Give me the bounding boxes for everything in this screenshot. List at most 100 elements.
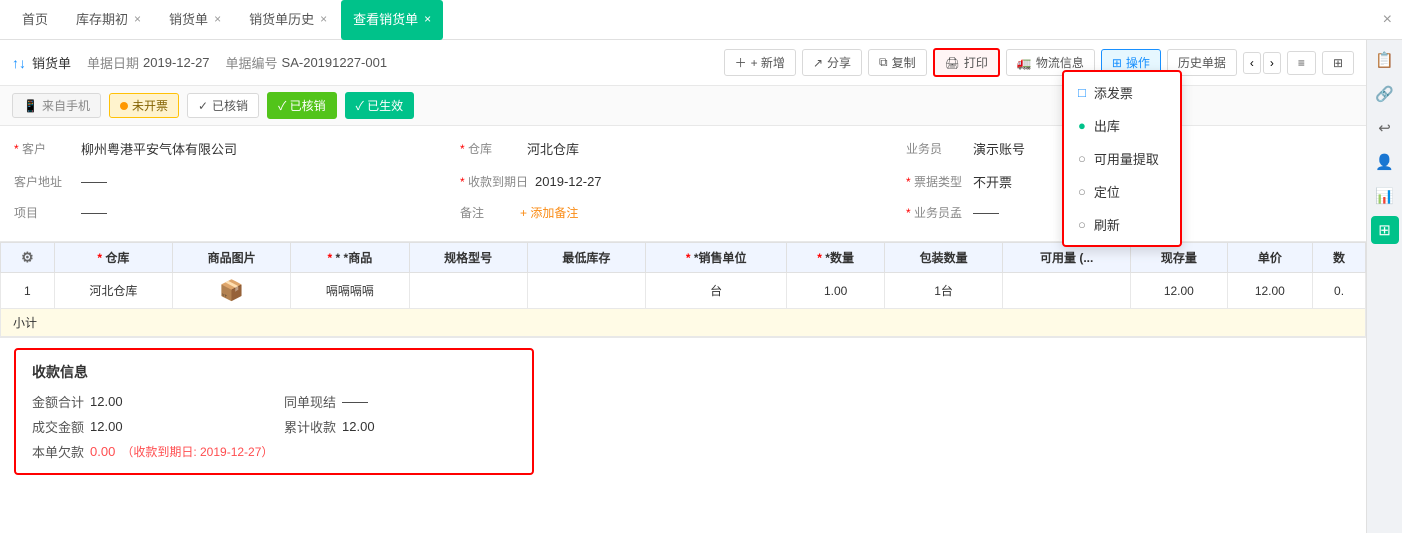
address-field: 客户地址 —— [14, 171, 460, 192]
doc-number-label: 单据编号 [226, 53, 278, 72]
refresh-icon: ○ [1078, 217, 1086, 232]
address-label: 客户地址 [14, 173, 74, 190]
doc-number-value: SA-20191227-001 [282, 55, 388, 70]
tab-sales-close[interactable]: × [214, 12, 221, 26]
nav-prev-button[interactable]: ‹ [1243, 52, 1261, 74]
summary-total: 金额合计 12.00 [32, 392, 264, 411]
customer-label: 客户 [14, 140, 74, 157]
sidebar-icon-expand[interactable]: ⊞ [1371, 216, 1399, 244]
col-min-stock: 最低库存 [527, 243, 645, 273]
cell-image: 📦 [173, 273, 291, 309]
cell-available [1003, 273, 1131, 309]
customer-value: 柳州粤港平安气体有限公司 [74, 136, 460, 161]
cell-warehouse: 河北仓库 [54, 273, 172, 309]
copy-button[interactable]: ⧉ 复制 [868, 49, 927, 76]
dropdown-available-extract[interactable]: ○ 可用量提取 [1064, 142, 1180, 175]
warehouse-value: 河北仓库 [520, 136, 906, 161]
col-unit-price: 单价 [1227, 243, 1313, 273]
check-confirm-button[interactable]: ✓ 已核销 [187, 93, 259, 118]
sidebar-icon-3[interactable]: ↩ [1371, 114, 1399, 142]
table-header-row: ⚙ 仓库 商品图片 * *商品 规格型号 最低库存 *销售单位 *数量 包装数量… [1, 243, 1366, 273]
effected-button[interactable]: ✓ 已生效 [345, 92, 415, 119]
logistics-icon: 🚛 [1017, 56, 1032, 70]
product-image: 📦 [219, 280, 244, 302]
tab-home[interactable]: 首页 [8, 0, 62, 40]
sidebar-icon-1[interactable]: 📋 [1371, 46, 1399, 74]
tab-view-sales-close[interactable]: × [424, 12, 431, 26]
tab-view-sales[interactable]: 查看销货单 × [341, 0, 443, 40]
current-due-label: 本单欠款 [32, 442, 84, 461]
transaction-value: 12.00 [90, 419, 123, 434]
add-invoice-icon: □ [1078, 85, 1086, 100]
effect-icon: ✓ [356, 99, 364, 113]
dropdown-locate[interactable]: ○ 定位 [1064, 175, 1180, 208]
subtotal-label: 小计 [1, 309, 1366, 337]
summary-accumulated: 累计收款 12.00 [284, 417, 516, 436]
share-button[interactable]: ↗ 分享 [802, 49, 862, 76]
col-image: 商品图片 [173, 243, 291, 273]
add-note-button[interactable]: + 添加备注 [520, 204, 578, 221]
from-phone-button[interactable]: 📱 来自手机 [12, 93, 101, 118]
total-label: 金额合计 [32, 392, 84, 411]
due-note: （收款到期日: 2019-12-27） [121, 443, 273, 460]
summary-box: 收款信息 金额合计 12.00 同单现结 —— 成交金额 12.00 [14, 348, 534, 475]
window-close-button[interactable]: × [1383, 11, 1392, 29]
summary-grid: 金额合计 12.00 同单现结 —— 成交金额 12.00 累计收款 12.00 [32, 392, 516, 461]
col-amount: 数 [1313, 243, 1366, 273]
copy-icon: ⧉ [879, 55, 888, 70]
cell-spec [409, 273, 527, 309]
address-value: —— [74, 171, 460, 192]
summary-transaction: 成交金额 12.00 [32, 417, 264, 436]
cell-current-stock: 12.00 [1131, 273, 1227, 309]
grid-view-button[interactable]: ≡ [1287, 51, 1316, 75]
operations-dropdown: □ 添发票 ● 出库 ○ 可用量提取 ○ 定位 ○ 刷新 [1062, 70, 1182, 247]
settings-icon[interactable]: ⚙ [21, 249, 34, 265]
nav-arrows: ‹ › [1243, 52, 1281, 74]
sidebar-icon-2[interactable]: 🔗 [1371, 80, 1399, 108]
col-pack-qty: 包装数量 [884, 243, 1002, 273]
status-dot [120, 102, 128, 110]
operations-icon: ⊞ [1112, 56, 1122, 70]
main-content: ↑↓ 销货单 单据日期 2019-12-27 单据编号 SA-20191227-… [0, 40, 1402, 533]
project-field: 项目 —— [14, 202, 460, 223]
add-button[interactable]: ＋ + 新增 [724, 49, 796, 76]
dropdown-add-invoice[interactable]: □ 添发票 [1064, 76, 1180, 109]
staff2-label: 业务员孟 [906, 204, 966, 221]
project-label: 项目 [14, 204, 74, 221]
note-label: 备注 [460, 204, 520, 221]
transaction-label: 成交金额 [32, 417, 84, 436]
col-settings[interactable]: ⚙ [1, 243, 55, 273]
print-icon: 🖨 [945, 56, 960, 70]
cell-index: 1 [1, 273, 55, 309]
sidebar-icon-4[interactable]: 👤 [1371, 148, 1399, 176]
not-opened-button[interactable]: 未开票 [109, 93, 179, 118]
doc-title-section: ↑↓ 销货单 [12, 53, 71, 72]
note-field: 备注 + 添加备注 [460, 204, 906, 221]
warehouse-label: 仓库 [460, 140, 520, 157]
warehouse-field: 仓库 河北仓库 [460, 136, 906, 161]
col-warehouse: 仓库 [54, 243, 172, 273]
ticket-type-label: 票据类型 [906, 173, 966, 190]
tab-sales[interactable]: 销货单 × [155, 0, 235, 40]
col-quantity: *数量 [787, 243, 885, 273]
doc-date-value: 2019-12-27 [143, 55, 210, 70]
list-view-button[interactable]: ⊞ [1322, 51, 1354, 75]
total-value: 12.00 [90, 394, 123, 409]
cell-amount: 0. [1313, 273, 1366, 309]
same-order-label: 同单现结 [284, 392, 336, 411]
nav-next-button[interactable]: › [1263, 52, 1281, 74]
dropdown-outbound[interactable]: ● 出库 [1064, 109, 1180, 142]
sidebar-icon-5[interactable]: 📊 [1371, 182, 1399, 210]
tab-inventory[interactable]: 库存期初 × [62, 0, 155, 40]
dropdown-refresh[interactable]: ○ 刷新 [1064, 208, 1180, 241]
print-button[interactable]: 🖨 打印 [933, 48, 1000, 77]
checked-button[interactable]: ✓ 已核销 [267, 92, 337, 119]
add-icon: ＋ [735, 54, 747, 71]
tab-inventory-close[interactable]: × [134, 12, 141, 26]
tab-history[interactable]: 销货单历史 × [235, 0, 341, 40]
customer-field: 客户 柳州粤港平安气体有限公司 [14, 136, 460, 161]
cell-min-stock [527, 273, 645, 309]
same-order-value: —— [342, 394, 368, 409]
due-date-value: 2019-12-27 [528, 171, 906, 192]
tab-history-close[interactable]: × [320, 12, 327, 26]
